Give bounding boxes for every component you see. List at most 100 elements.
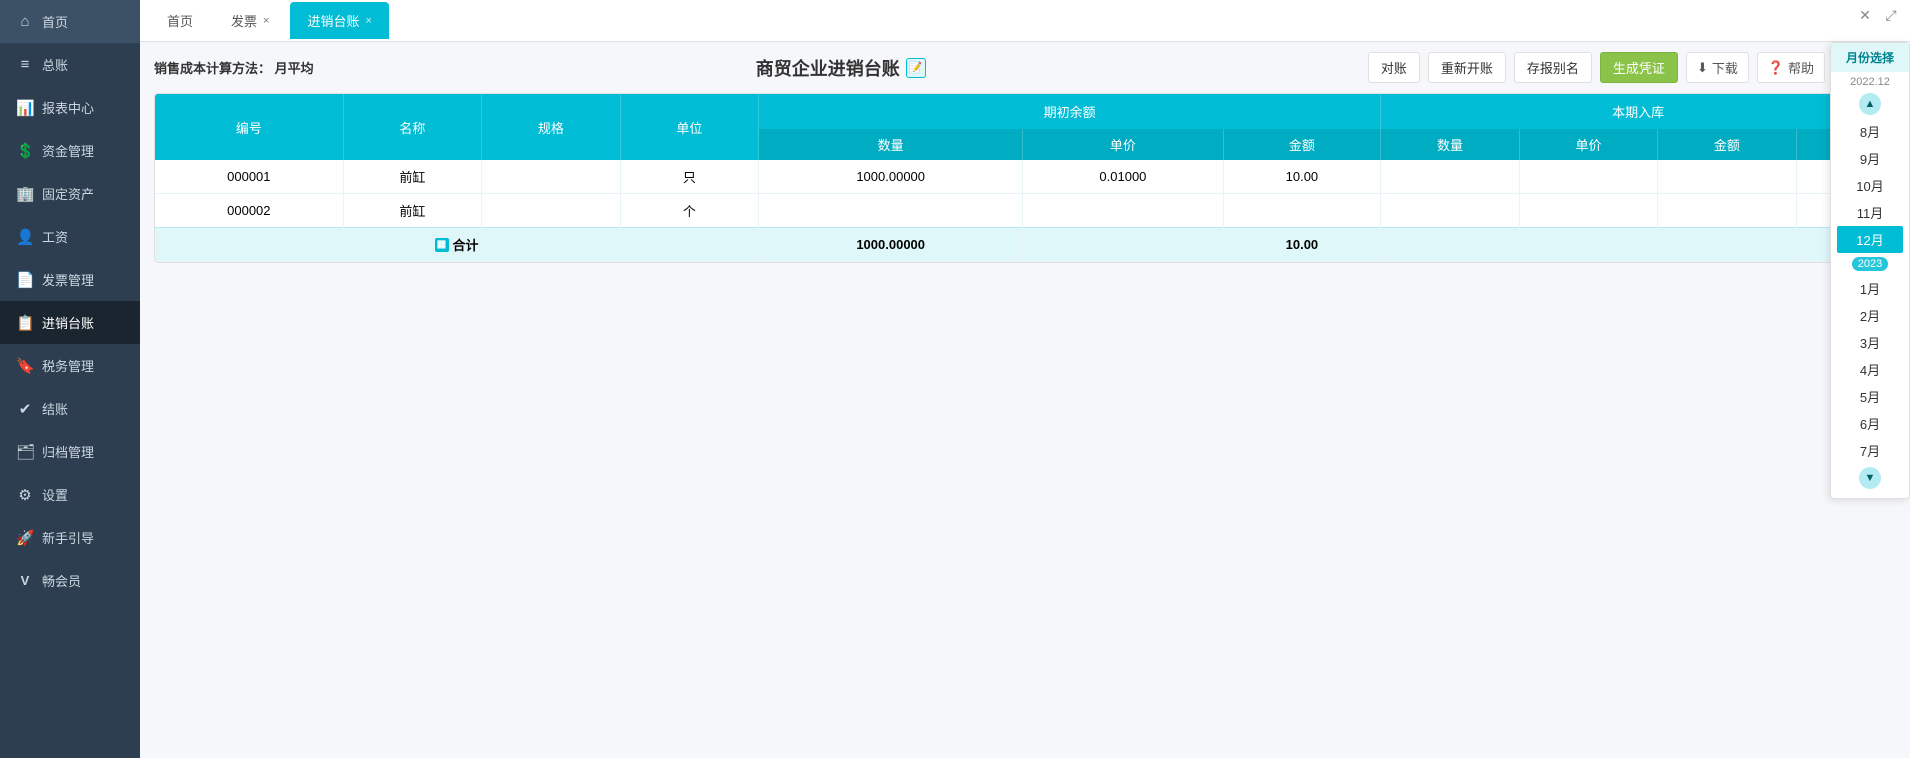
action-buttons: 对账 重新开账 存报别名 生成凭证 ⬇ 下载 ❓ 帮助 ↻ 刷新	[1368, 52, 1896, 83]
month-3[interactable]: 3月	[1831, 329, 1909, 356]
cell-unit: 个	[620, 194, 758, 228]
year-2023-badge: 2023	[1852, 257, 1888, 271]
download-icon: ⬇	[1697, 60, 1708, 76]
cell-name: 前缸	[343, 194, 481, 228]
settings-icon: ⚙	[16, 486, 34, 504]
sidebar-item-guide[interactable]: 🚀 新手引导	[0, 516, 140, 559]
cell-inbound-qty	[1381, 160, 1519, 194]
cell-opening-qty: 1000.00000	[759, 160, 1023, 194]
sidebar-item-settings[interactable]: ⚙ 设置	[0, 473, 140, 516]
scroll-down-icon[interactable]: ▼	[1859, 467, 1881, 489]
sidebar-item-label: 畅会员	[42, 571, 81, 590]
subheader-opening-qty: 数量	[759, 129, 1023, 160]
sidebar-item-label: 结账	[42, 399, 68, 418]
wages-icon: 👤	[16, 228, 34, 246]
reports-icon: 📊	[16, 99, 34, 117]
sidebar-item-home[interactable]: ⌂ 首页	[0, 0, 140, 43]
sidebar: ⌂ 首页 ≡ 总账 📊 报表中心 💲 资金管理 🏢 固定资产 👤 工资 📄 发票…	[0, 0, 140, 758]
purchase-sale-icon: 📋	[16, 314, 34, 332]
cell-id: 000002	[155, 194, 343, 228]
month-nav-down[interactable]: ▼	[1831, 464, 1909, 492]
sidebar-item-label: 报表中心	[42, 98, 94, 117]
sidebar-item-vip[interactable]: V 畅会员	[0, 559, 140, 602]
maximize-button[interactable]: ⤢	[1882, 6, 1900, 24]
invoice-icon: 📄	[16, 271, 34, 289]
year-2022-label: 2022.12	[1831, 72, 1909, 90]
total-opening-amount: 10.00	[1223, 228, 1381, 262]
total-icon: ▦	[435, 238, 449, 252]
cell-opening-price	[1023, 194, 1223, 228]
cell-inbound-qty	[1381, 194, 1519, 228]
sidebar-item-close-account[interactable]: ✔ 结账	[0, 387, 140, 430]
month-9[interactable]: 9月	[1831, 145, 1909, 172]
sidebar-item-label: 进销台账	[42, 313, 94, 332]
close-button[interactable]: ✕	[1856, 6, 1874, 24]
table-row: 000002 前缸 个	[155, 194, 1895, 228]
sidebar-item-purchase-sale[interactable]: 📋 进销台账	[0, 301, 140, 344]
assets-icon: 🏢	[16, 185, 34, 203]
page-title: 商贸企业进销台账 📝	[756, 55, 926, 81]
title-edit-icon[interactable]: 📝	[906, 58, 926, 78]
tab-home[interactable]: 首页	[150, 2, 210, 39]
month-5[interactable]: 5月	[1831, 383, 1909, 410]
cell-inbound-amount	[1658, 160, 1796, 194]
sidebar-item-label: 首页	[42, 12, 68, 31]
sidebar-item-assets[interactable]: 🏢 固定资产	[0, 172, 140, 215]
month-11[interactable]: 11月	[1831, 199, 1909, 226]
total-inbound-qty	[1381, 228, 1519, 262]
tab-invoice[interactable]: 发票 ×	[214, 2, 286, 39]
subheader-opening-price: 单价	[1023, 129, 1223, 160]
total-row: ▦ 合计 1000.00000 10.00	[155, 228, 1895, 262]
scroll-up-icon[interactable]: ▲	[1859, 93, 1881, 115]
capital-icon: 💲	[16, 142, 34, 160]
cell-id: 000001	[155, 160, 343, 194]
sidebar-item-label: 归档管理	[42, 442, 94, 461]
cost-method-value: 月平均	[275, 61, 314, 76]
col-header-spec: 规格	[482, 94, 620, 160]
cell-opening-qty	[759, 194, 1023, 228]
sidebar-item-wages[interactable]: 👤 工资	[0, 215, 140, 258]
sidebar-item-reports[interactable]: 📊 报表中心	[0, 86, 140, 129]
save-as-button[interactable]: 存报别名	[1514, 52, 1592, 83]
download-button[interactable]: ⬇ 下载	[1686, 52, 1749, 83]
month-12-active[interactable]: 12月	[1837, 226, 1903, 253]
cell-inbound-price	[1519, 160, 1657, 194]
reopen-button[interactable]: 重新开账	[1428, 52, 1506, 83]
home-icon: ⌂	[16, 13, 34, 30]
tab-bar: 首页 发票 × 进销台账 ×	[140, 0, 1910, 42]
sidebar-item-label: 总账	[42, 55, 68, 74]
month-4[interactable]: 4月	[1831, 356, 1909, 383]
tab-purchase-sale-label: 进销台账	[307, 11, 359, 30]
month-1[interactable]: 1月	[1831, 275, 1909, 302]
tab-purchase-sale[interactable]: 进销台账 ×	[290, 2, 388, 39]
sidebar-item-ledger[interactable]: ≡ 总账	[0, 43, 140, 86]
sidebar-item-archive[interactable]: 🗂 归档管理	[0, 430, 140, 473]
month-7[interactable]: 7月	[1831, 437, 1909, 464]
month-6[interactable]: 6月	[1831, 410, 1909, 437]
data-table: 编号 名称 规格 单位 期初余额 本期入库 数量 单价 金额 数量 单价 金额	[154, 93, 1896, 263]
generate-voucher-button[interactable]: 生成凭证	[1600, 52, 1678, 83]
subheader-opening-amount: 金额	[1223, 129, 1381, 160]
tab-invoice-close[interactable]: ×	[263, 15, 269, 27]
month-nav-up[interactable]: ▲	[1831, 90, 1909, 118]
sidebar-item-invoice-mgmt[interactable]: 📄 发票管理	[0, 258, 140, 301]
cell-opening-amount	[1223, 194, 1381, 228]
col-header-inbound: 本期入库	[1381, 94, 1895, 129]
vip-icon: V	[16, 573, 34, 588]
total-inbound-price	[1519, 228, 1657, 262]
month-2[interactable]: 2月	[1831, 302, 1909, 329]
tab-invoice-label: 发票	[231, 11, 257, 30]
window-controls: ✕ ⤢	[1856, 6, 1900, 24]
total-opening-price	[1023, 228, 1223, 262]
tab-purchase-sale-close[interactable]: ×	[365, 15, 371, 27]
month-10[interactable]: 10月	[1831, 172, 1909, 199]
sidebar-item-capital[interactable]: 💲 资金管理	[0, 129, 140, 172]
help-button[interactable]: ❓ 帮助	[1757, 52, 1825, 83]
cost-method-label: 销售成本计算方法：	[154, 61, 271, 76]
sidebar-item-tax-mgmt[interactable]: 🔖 税务管理	[0, 344, 140, 387]
page-title-text: 商贸企业进销台账	[756, 55, 900, 81]
month-8[interactable]: 8月	[1831, 118, 1909, 145]
table-row: 000001 前缸 只 1000.00000 0.01000 10.00	[155, 160, 1895, 194]
toolbar: 销售成本计算方法： 月平均 商贸企业进销台账 📝 对账 重新开账 存报别名 生成…	[154, 52, 1896, 83]
reconcile-button[interactable]: 对账	[1368, 52, 1420, 83]
